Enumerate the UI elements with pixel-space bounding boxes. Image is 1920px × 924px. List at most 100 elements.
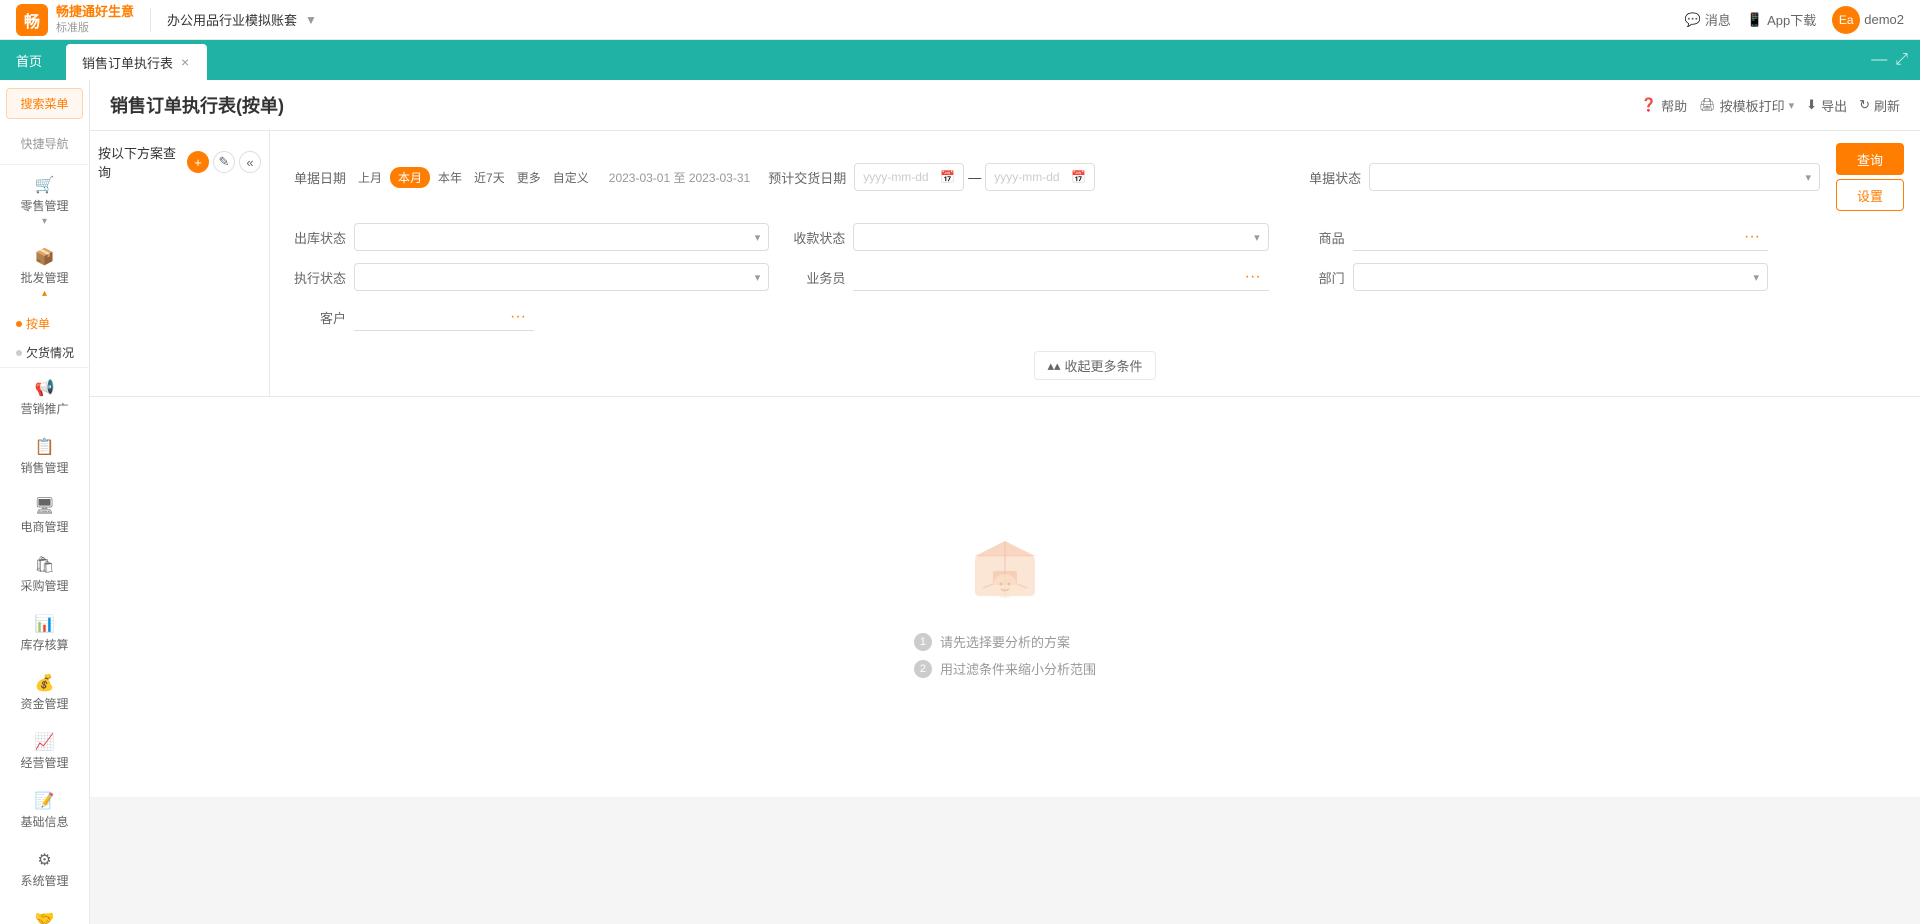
sidebar-wholesale-section: 📦 批发管理 ▴ 按单 欠货情况 xyxy=(0,237,89,368)
user-profile[interactable]: Ea demo2 xyxy=(1832,6,1904,34)
tip-num-1: 1 xyxy=(914,633,932,651)
date-tab-custom[interactable]: 自定义 xyxy=(549,167,593,188)
message-button[interactable]: 💬 消息 xyxy=(1685,10,1731,29)
refresh-button[interactable]: ↻ 刷新 xyxy=(1859,96,1900,115)
sidebar-item-operations[interactable]: 📈 经营管理 xyxy=(0,722,89,781)
exec-status-label: 执行状态 xyxy=(286,268,346,287)
tab-home-label: 首页 xyxy=(16,51,42,70)
tab-minimize-icon[interactable]: — xyxy=(1871,51,1887,69)
query-button[interactable]: 查询 xyxy=(1836,143,1904,175)
export-icon: ⬇ xyxy=(1806,97,1817,113)
tip-num-2: 2 xyxy=(914,660,932,678)
receipt-status-select[interactable]: ▾ xyxy=(853,223,1268,251)
main-layout: 搜索菜单 快捷导航 🛒 零售管理 ▾ 📦 批发管理 ▴ 按单 xyxy=(0,80,1920,924)
expected-end-placeholder: yyyy-mm-dd xyxy=(994,170,1059,184)
app-download-icon: 📱 xyxy=(1747,12,1763,28)
sidebar-item-stock[interactable]: 📊 库存核算 xyxy=(0,604,89,663)
expected-delivery-start-input[interactable]: yyyy-mm-dd 📅 xyxy=(854,163,964,191)
date-tab-this-year[interactable]: 本年 xyxy=(434,167,466,188)
sidebar-sub-item-by-order-label: 按单 xyxy=(26,315,50,332)
sidebar-item-ecommerce[interactable]: 🖥 电商管理 xyxy=(0,486,89,545)
sidebar-item-purchase[interactable]: 🛍 采购管理 xyxy=(0,545,89,604)
print-icon: 🖨 xyxy=(1699,97,1716,113)
sidebar: 搜索菜单 快捷导航 🛒 零售管理 ▾ 📦 批发管理 ▴ 按单 xyxy=(0,80,90,924)
sidebar-item-finance[interactable]: 💰 资金管理 xyxy=(0,663,89,722)
date-tab-last-month[interactable]: 上月 xyxy=(354,167,386,188)
date-tab-more[interactable]: 更多 xyxy=(513,167,545,188)
export-button[interactable]: ⬇ 导出 xyxy=(1806,96,1847,115)
expected-delivery-end-input[interactable]: yyyy-mm-dd 📅 xyxy=(985,163,1095,191)
collapse-button[interactable]: ▴▴ 收起更多条件 xyxy=(1034,351,1155,380)
single-status-select[interactable]: ▾ xyxy=(1369,163,1820,191)
empty-tip-2: 2 用过滤条件来缩小分析范围 xyxy=(914,659,1096,678)
page-title: 销售订单执行表(按单) xyxy=(110,92,284,118)
operations-icon: 📈 xyxy=(35,732,55,752)
sidebar-sub-item-shortage-label: 欠货情况 xyxy=(26,344,74,361)
customer-more-icon[interactable]: ··· xyxy=(506,308,530,326)
sidebar-item-basic[interactable]: 📝 基础信息 xyxy=(0,781,89,840)
collapse-scheme-button[interactable]: « xyxy=(239,151,261,173)
tab-sales-order[interactable]: 销售订单执行表 × xyxy=(66,44,207,80)
tab-close-icon[interactable]: × xyxy=(179,52,191,72)
print-dropdown-icon[interactable]: ▾ xyxy=(1789,99,1795,112)
sidebar-search-button[interactable]: 搜索菜单 xyxy=(6,88,83,119)
customer-label: 客户 xyxy=(286,308,346,327)
tabbar: 首页 销售订单执行表 × — ⤢ xyxy=(0,40,1920,80)
sidebar-item-marketing[interactable]: 📢 营销推广 xyxy=(0,368,89,427)
date-tab-this-month[interactable]: 本月 xyxy=(390,167,430,188)
enterprise-icon: 🤝 xyxy=(35,909,55,924)
sidebar-item-sales[interactable]: 📋 销售管理 xyxy=(0,427,89,486)
content-area: 销售订单执行表(按单) ❓ 帮助 🖨 按模板打印 ▾ ⬇ 导出 ↻ 刷新 xyxy=(90,80,1920,924)
exec-status-select[interactable]: ▾ xyxy=(354,263,769,291)
date-tab-last-7[interactable]: 近7天 xyxy=(470,167,509,188)
date-label: 单据日期 xyxy=(286,168,346,187)
sidebar-sub-item-shortage[interactable]: 欠货情况 xyxy=(8,338,89,367)
tab-maximize-icon[interactable]: ⤢ xyxy=(1895,51,1908,69)
nav-dropdown-arrow[interactable]: ▼ xyxy=(305,13,317,27)
sidebar-item-sales-label: 销售管理 xyxy=(20,459,68,476)
salesperson-label: 业务员 xyxy=(785,268,845,287)
sidebar-item-enterprise[interactable]: 🤝 企业协同 xyxy=(0,899,89,924)
dept-select[interactable]: ▾ xyxy=(1353,263,1768,291)
tip-text-2: 用过滤条件来缩小分析范围 xyxy=(940,659,1096,678)
single-status-field: 单据状态 ▾ xyxy=(1301,163,1820,191)
sidebar-item-system[interactable]: ⚙ 系统管理 xyxy=(0,840,89,899)
add-scheme-button[interactable]: + xyxy=(187,151,209,173)
settings-button[interactable]: 设置 xyxy=(1836,179,1904,211)
receipt-status-label: 收款状态 xyxy=(785,228,845,247)
app-download-label: App下载 xyxy=(1767,10,1816,29)
stock-icon: 📊 xyxy=(35,614,55,634)
sidebar-item-wholesale[interactable]: 📦 批发管理 ▴ xyxy=(0,237,89,309)
print-label: 按模板打印 xyxy=(1720,96,1785,115)
tabbar-actions: — ⤢ xyxy=(1871,51,1920,69)
logo-icon: 畅 xyxy=(24,8,40,32)
edit-scheme-button[interactable]: ✎ xyxy=(213,151,235,173)
filter-scheme-panel: 按以下方案查询 + ✎ « xyxy=(90,131,270,396)
print-button[interactable]: 🖨 按模板打印 ▾ xyxy=(1699,96,1794,115)
salesperson-input[interactable]: ··· xyxy=(853,263,1268,291)
customer-input[interactable]: ··· xyxy=(354,303,534,331)
sidebar-item-retail[interactable]: 🛒 零售管理 ▾ xyxy=(0,165,89,237)
help-button[interactable]: ❓ 帮助 xyxy=(1641,96,1687,115)
empty-tips: 1 请先选择要分析的方案 2 用过滤条件来缩小分析范围 xyxy=(914,632,1096,678)
salesperson-more-icon[interactable]: ··· xyxy=(1241,268,1265,286)
sidebar-sub-item-by-order[interactable]: 按单 xyxy=(8,309,89,338)
expected-start-placeholder: yyyy-mm-dd xyxy=(863,170,928,184)
delivery-status-label: 出库状态 xyxy=(286,228,346,247)
sidebar-item-basic-label: 基础信息 xyxy=(20,813,68,830)
app-brand: 畅捷通好生意 标准版 xyxy=(56,4,134,35)
app-download-button[interactable]: 📱 App下载 xyxy=(1747,10,1816,29)
filter-panel: 按以下方案查询 + ✎ « xyxy=(90,131,1920,397)
goods-more-icon[interactable]: ··· xyxy=(1740,228,1764,246)
empty-state: 1 请先选择要分析的方案 2 用过滤条件来缩小分析范围 xyxy=(894,456,1116,738)
sub-dot-active xyxy=(16,321,22,327)
calendar-icon-start: 📅 xyxy=(940,170,955,184)
delivery-status-select[interactable]: ▾ xyxy=(354,223,769,251)
breadcrumb[interactable]: 办公用品行业模拟账套 ▼ xyxy=(167,10,317,29)
goods-input[interactable]: ··· xyxy=(1353,223,1768,251)
empty-illustration xyxy=(955,516,1055,616)
calendar-icon-end: 📅 xyxy=(1071,170,1086,184)
tab-home[interactable]: 首页 xyxy=(0,40,58,80)
sidebar-item-system-label: 系统管理 xyxy=(20,872,68,889)
basic-icon: 📝 xyxy=(35,791,55,811)
